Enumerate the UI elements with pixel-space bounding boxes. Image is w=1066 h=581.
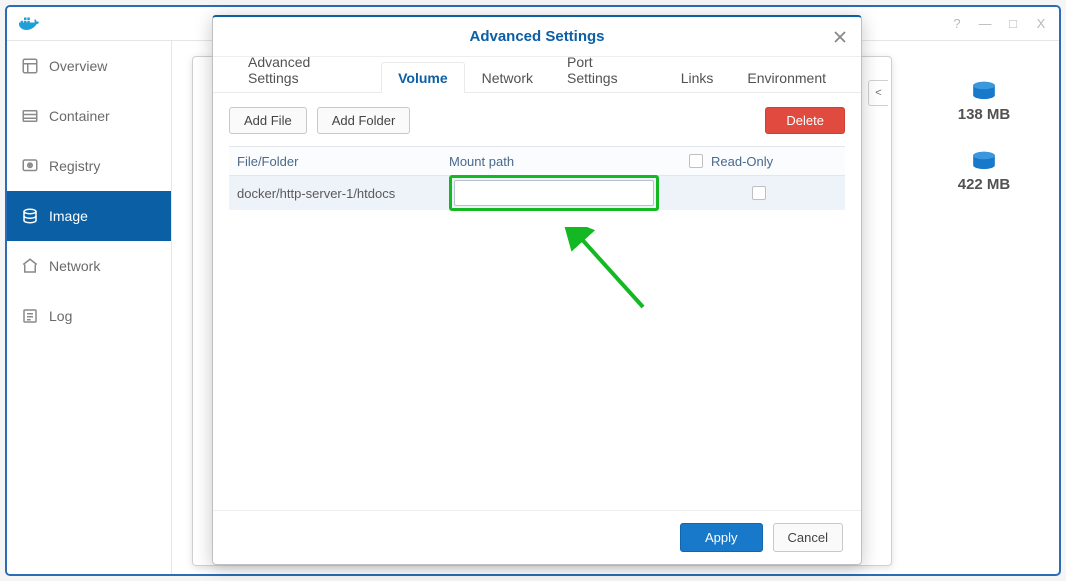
add-file-button[interactable]: Add File [229, 107, 307, 134]
minimize-button[interactable]: — [975, 17, 995, 31]
mount-path-input[interactable] [454, 180, 654, 206]
column-read-only-label: Read-Only [711, 154, 773, 169]
sidebar-item-network[interactable]: Network [7, 241, 171, 291]
delete-button[interactable]: Delete [765, 107, 845, 134]
read-only-header-checkbox[interactable] [689, 154, 703, 168]
cell-read-only [689, 186, 829, 200]
container-icon [21, 107, 39, 125]
sidebar-item-label: Image [49, 208, 88, 224]
tab-links[interactable]: Links [664, 62, 731, 93]
sidebar-item-registry[interactable]: Registry [7, 141, 171, 191]
disk-icon [904, 81, 1061, 103]
maximize-button[interactable]: □ [1003, 17, 1023, 31]
dialog-title: Advanced Settings [469, 28, 604, 45]
add-folder-button[interactable]: Add Folder [317, 107, 411, 134]
annotation-arrow-icon [563, 227, 673, 317]
help-button[interactable]: ? [947, 17, 967, 31]
chevron-left-icon: < [868, 80, 888, 106]
apply-button[interactable]: Apply [680, 523, 763, 552]
dialog-body: Add File Add Folder Delete File/Folder M… [213, 93, 861, 510]
disk-item: 422 MB [904, 151, 1061, 193]
close-icon[interactable] [831, 28, 849, 46]
sidebar-item-image[interactable]: Image [7, 191, 171, 241]
table-header: File/Folder Mount path Read-Only [229, 146, 845, 176]
tab-network[interactable]: Network [465, 62, 550, 93]
disks-panel: 138 MB 422 MB [904, 81, 1061, 221]
sidebar-item-label: Container [49, 108, 110, 124]
sidebar-item-label: Overview [49, 58, 107, 74]
column-read-only: Read-Only [689, 154, 829, 169]
sidebar-item-label: Log [49, 308, 72, 324]
cell-file-folder: docker/http-server-1/htdocs [229, 186, 449, 201]
tab-port-settings[interactable]: Port Settings [550, 46, 664, 93]
column-mount-path: Mount path [449, 154, 689, 169]
sidebar: Overview Container Registry Image [7, 41, 172, 574]
table-row[interactable]: docker/http-server-1/htdocs [229, 176, 845, 210]
image-icon [21, 207, 39, 225]
disk-size: 138 MB [904, 106, 1061, 123]
column-file-folder: File/Folder [229, 154, 449, 169]
network-icon [21, 257, 39, 275]
sidebar-item-overview[interactable]: Overview [7, 41, 171, 91]
cell-mount-path [449, 175, 689, 211]
sidebar-item-label: Registry [49, 158, 100, 174]
sidebar-item-container[interactable]: Container [7, 91, 171, 141]
toolbar: Add File Add Folder Delete [229, 107, 845, 134]
log-icon [21, 307, 39, 325]
read-only-checkbox[interactable] [752, 186, 766, 200]
advanced-settings-dialog: Advanced Settings Advanced Settings Volu… [212, 15, 862, 565]
registry-icon [21, 157, 39, 175]
sidebar-item-label: Network [49, 258, 100, 274]
sidebar-item-log[interactable]: Log [7, 291, 171, 341]
cancel-button[interactable]: Cancel [773, 523, 843, 552]
disk-icon [904, 151, 1061, 173]
dialog-tabbar: Advanced Settings Volume Network Port Se… [213, 57, 861, 93]
tab-environment[interactable]: Environment [730, 62, 843, 93]
close-button[interactable]: X [1031, 17, 1051, 31]
highlight-box [449, 175, 659, 211]
overview-icon [21, 57, 39, 75]
tab-advanced-settings[interactable]: Advanced Settings [231, 46, 381, 93]
disk-item: 138 MB [904, 81, 1061, 123]
tab-volume[interactable]: Volume [381, 62, 465, 93]
docker-logo-icon [19, 15, 39, 33]
dialog-footer: Apply Cancel [213, 510, 861, 564]
disk-size: 422 MB [904, 176, 1061, 193]
